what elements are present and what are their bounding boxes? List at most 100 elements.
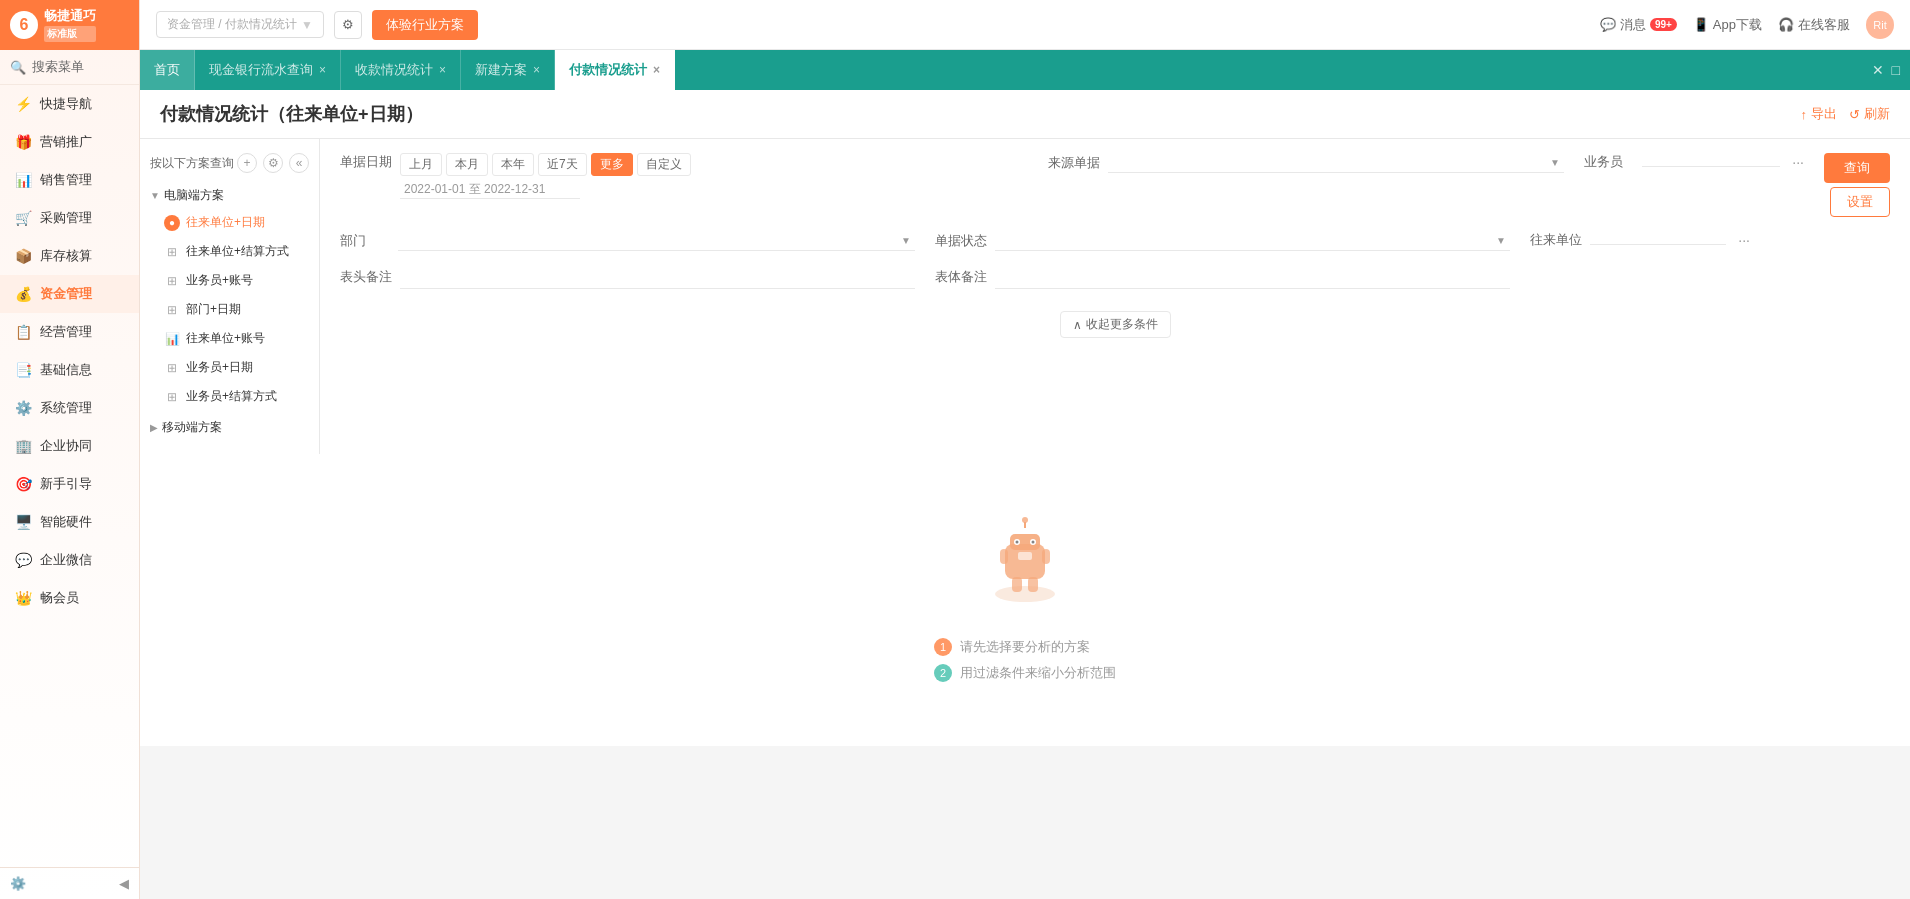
marketing-icon: 🎁 <box>14 133 32 151</box>
sidebar-item-sales[interactable]: 📊 销售管理 <box>0 161 139 199</box>
sidebar-item-finance[interactable]: 💰 资金管理 <box>0 275 139 313</box>
tab-cash-bank[interactable]: 现金银行流水查询 × <box>195 50 341 90</box>
tab-bar-actions: ✕ □ <box>1862 62 1910 78</box>
partner-more-btn[interactable]: ··· <box>1738 232 1750 248</box>
user-avatar: Rit <box>1866 11 1894 39</box>
app-download-btn[interactable]: 📱 App下载 <box>1693 16 1762 34</box>
date-btn-7days[interactable]: 近7天 <box>538 153 587 176</box>
date-btn-this-year[interactable]: 本年 <box>492 153 534 176</box>
sidebar-item-basic-info[interactable]: 📑 基础信息 <box>0 351 139 389</box>
scheme-item-partner-settlement[interactable]: ⊞ 往来单位+结算方式 <box>140 237 319 266</box>
body-memo-filter: 表体备注 <box>935 265 1510 289</box>
sidebar-item-hardware[interactable]: 🖥️ 智能硬件 <box>0 503 139 541</box>
purchase-icon: 🛒 <box>14 209 32 227</box>
date-btn-more[interactable]: 更多 <box>591 153 633 176</box>
scheme-item-salesman-settlement[interactable]: ⊞ 业务员+结算方式 <box>140 382 319 411</box>
tab-home[interactable]: 首页 <box>140 50 195 90</box>
svg-point-5 <box>1016 541 1019 544</box>
tab-new-scheme-label: 新建方案 <box>475 61 527 79</box>
refresh-btn[interactable]: ↺ 刷新 <box>1849 105 1890 123</box>
tab-close-all-btn[interactable]: ✕ <box>1872 62 1884 78</box>
source-select[interactable]: ▼ <box>1108 153 1564 173</box>
date-btn-this-month[interactable]: 本月 <box>446 153 488 176</box>
online-service-btn[interactable]: 🎧 在线客服 <box>1778 16 1850 34</box>
scheme-label: 往来单位+账号 <box>186 330 265 347</box>
page-title: 付款情况统计（往来单位+日期） <box>160 102 423 126</box>
svg-rect-9 <box>1042 549 1050 564</box>
query-btn[interactable]: 查询 <box>1824 153 1890 183</box>
mobile-group-header[interactable]: ▶ 移动端方案 <box>140 415 319 440</box>
doc-status-label: 单据状态 <box>935 232 987 250</box>
doc-status-select[interactable]: ▼ <box>995 231 1510 251</box>
date-btn-custom[interactable]: 自定义 <box>637 153 691 176</box>
trial-btn[interactable]: 体验行业方案 <box>372 10 478 40</box>
collapse-label: 收起更多条件 <box>1086 316 1158 333</box>
footer-collapse-icon[interactable]: ◀ <box>119 876 129 891</box>
footer-settings-icon[interactable]: ⚙️ <box>10 876 26 891</box>
headset-icon: 🎧 <box>1778 17 1794 32</box>
collapse-btn[interactable]: ∧ 收起更多条件 <box>1060 311 1171 338</box>
scheme-item-partner-account[interactable]: 📊 往来单位+账号 <box>140 324 319 353</box>
svg-point-13 <box>1022 517 1028 523</box>
sidebar-item-label: 企业协同 <box>40 437 92 455</box>
export-label: 导出 <box>1811 105 1837 123</box>
sidebar-item-label: 智能硬件 <box>40 513 92 531</box>
tab-receipts-label: 收款情况统计 <box>355 61 433 79</box>
empty-tip-2: 2 用过滤条件来缩小分析范围 <box>934 660 1116 686</box>
tab-cash-bank-label: 现金银行流水查询 <box>209 61 313 79</box>
scheme-collapse-btn[interactable]: « <box>289 153 309 173</box>
scheme-item-salesman-account[interactable]: ⊞ 业务员+账号 <box>140 266 319 295</box>
sidebar-item-quick-nav[interactable]: ⚡ 快捷导航 <box>0 85 139 123</box>
messages-btn[interactable]: 💬 消息 99+ <box>1600 16 1677 34</box>
tab-receipts[interactable]: 收款情况统计 × <box>341 50 461 90</box>
export-btn[interactable]: ↑ 导出 <box>1801 105 1838 123</box>
wechat-icon: 💬 <box>14 551 32 569</box>
tip-number-2: 2 <box>934 664 952 682</box>
date-btn-last-month[interactable]: 上月 <box>400 153 442 176</box>
add-scheme-icon: + <box>243 156 250 170</box>
desktop-group-header[interactable]: ▼ 电脑端方案 <box>140 183 319 208</box>
user-menu[interactable]: Rit <box>1866 11 1894 39</box>
sidebar-item-system[interactable]: ⚙️ 系统管理 <box>0 389 139 427</box>
scheme-item-partner-date[interactable]: ● 往来单位+日期 <box>140 208 319 237</box>
sidebar-item-inventory[interactable]: 📦 库存核算 <box>0 237 139 275</box>
salesman-input-area <box>1642 158 1780 167</box>
tab-new-scheme[interactable]: 新建方案 × <box>461 50 555 90</box>
date-range-input[interactable] <box>400 180 580 199</box>
source-chevron: ▼ <box>1550 157 1560 168</box>
tab-maximize-btn[interactable]: □ <box>1892 62 1900 78</box>
body-memo-input[interactable] <box>995 265 1510 289</box>
salesman-more-btn[interactable]: ··· <box>1792 154 1804 170</box>
tab-payments[interactable]: 付款情况统计 × <box>555 50 675 90</box>
doc-status-filter: 单据状态 ▼ <box>935 231 1510 251</box>
scheme-label: 往来单位+结算方式 <box>186 243 289 260</box>
sidebar-item-wechat[interactable]: 💬 企业微信 <box>0 541 139 579</box>
refresh-icon: ↺ <box>1849 107 1860 122</box>
scheme-panel-header: 按以下方案查询 + ⚙ « <box>140 149 319 177</box>
settings-btn[interactable]: 设置 <box>1830 187 1890 217</box>
tab-payments-close[interactable]: × <box>653 64 660 76</box>
dept-select[interactable]: ▼ <box>398 231 915 251</box>
sidebar-item-enterprise[interactable]: 🏢 企业协同 <box>0 427 139 465</box>
scheme-settings-btn[interactable]: ⚙ <box>263 153 283 173</box>
sidebar-item-purchase[interactable]: 🛒 采购管理 <box>0 199 139 237</box>
inventory-icon: 📦 <box>14 247 32 265</box>
topbar-settings-btn[interactable]: ⚙ <box>334 11 362 39</box>
scheme-item-dept-date[interactable]: ⊞ 部门+日期 <box>140 295 319 324</box>
sidebar-item-operations[interactable]: 📋 经营管理 <box>0 313 139 351</box>
quick-nav-icon: ⚡ <box>14 95 32 113</box>
tab-receipts-close[interactable]: × <box>439 64 446 76</box>
filter-row-1: 单据日期 上月 本月 本年 近7天 更多 自定义 <box>340 153 1890 217</box>
tab-cash-bank-close[interactable]: × <box>319 64 326 76</box>
sidebar-item-marketing[interactable]: 🎁 营销推广 <box>0 123 139 161</box>
desktop-scheme-group: ▼ 电脑端方案 ● 往来单位+日期 ⊞ 往来单位+结算方式 ⊞ 业务员+账号 <box>140 183 319 411</box>
sidebar-item-guide[interactable]: 🎯 新手引导 <box>0 465 139 503</box>
tab-new-scheme-close[interactable]: × <box>533 64 540 76</box>
header-memo-input[interactable] <box>400 265 915 289</box>
scheme-table-icon4: ⊞ <box>164 360 180 376</box>
scheme-item-salesman-date[interactable]: ⊞ 业务员+日期 <box>140 353 319 382</box>
sidebar-item-vip[interactable]: 👑 畅会员 <box>0 579 139 617</box>
search-menu[interactable]: 🔍 搜索菜单 <box>0 50 139 85</box>
add-scheme-btn[interactable]: + <box>237 153 257 173</box>
header-memo-label: 表头备注 <box>340 268 392 286</box>
